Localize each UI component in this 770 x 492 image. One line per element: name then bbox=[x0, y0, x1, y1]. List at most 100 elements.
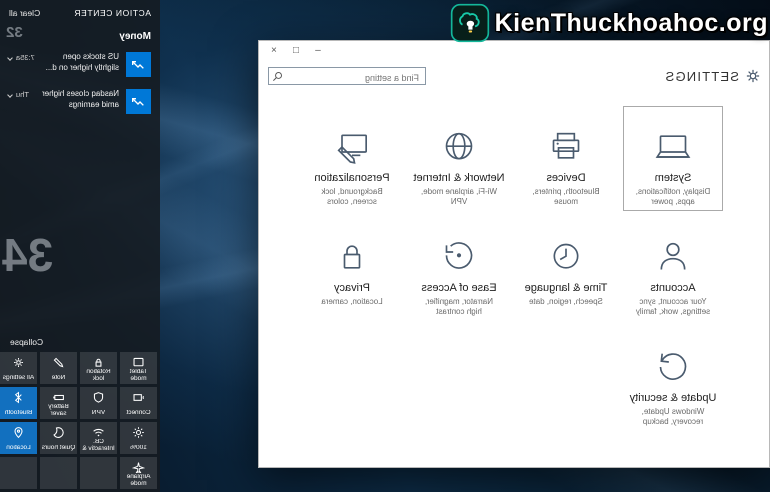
tile-title: Update & security bbox=[629, 392, 717, 404]
accounts-person-icon bbox=[653, 235, 693, 279]
quick-action-label: Tablet mode bbox=[129, 369, 148, 382]
bluetooth-icon bbox=[12, 391, 25, 404]
system-icon bbox=[653, 125, 693, 169]
quick-action-quiet-hours[interactable]: Quiet hours bbox=[40, 422, 77, 454]
notification-meta: 7:35a bbox=[7, 53, 35, 62]
tile-title: System bbox=[654, 172, 692, 184]
close-icon: × bbox=[271, 45, 277, 56]
quick-action-bluetooth[interactable]: Bluetooth bbox=[0, 387, 37, 419]
quick-action-battery-saver[interactable]: Battery saver bbox=[40, 387, 77, 419]
quick-action-location[interactable]: Location bbox=[0, 422, 37, 454]
devices-icon bbox=[546, 125, 586, 169]
notification-group-title: Money bbox=[119, 31, 151, 42]
notification-item[interactable]: US stocks open slightly higher on d... 7… bbox=[0, 47, 160, 84]
quick-action-note[interactable]: Note bbox=[40, 352, 77, 384]
tile-subtitle: Display, notifications, apps, power bbox=[635, 187, 711, 207]
quick-action-airplane-mode[interactable]: Airplane mode bbox=[120, 457, 157, 489]
quick-actions-grid: Tablet mode Rotation lock Note All setti… bbox=[0, 352, 157, 489]
note-pencil-icon bbox=[52, 356, 65, 369]
mirrored-desktop-area: – □ × SETTINGS Find a setting System Dis… bbox=[0, 0, 770, 492]
quick-action-label: 100% bbox=[130, 445, 147, 452]
tile-accounts[interactable]: Accounts Your account, sync settings, wo… bbox=[623, 216, 723, 321]
tile-update-security[interactable]: Update & security Windows Update, recove… bbox=[623, 326, 723, 431]
desktop-overlay-number: 34 bbox=[2, 229, 54, 281]
tile-subtitle: Bluetooth, printers, mouse bbox=[532, 187, 600, 207]
notification-meta: Thu bbox=[7, 90, 29, 99]
vpn-shield-icon bbox=[92, 391, 105, 404]
connect-screen-icon bbox=[132, 391, 145, 404]
tile-ease-of-access[interactable]: Ease of Access Narrator, magnifier, high… bbox=[409, 216, 509, 321]
quick-action-tile[interactable] bbox=[0, 457, 37, 489]
quick-action-tablet-mode[interactable]: Tablet mode bbox=[120, 352, 157, 384]
notification-time: Thu bbox=[16, 90, 29, 99]
tile-subtitle: Background, lock screen, colors bbox=[321, 187, 383, 207]
quick-action-label: CB. Interactiv & Public bbox=[82, 439, 115, 452]
quick-action-rotation-lock[interactable]: Rotation lock bbox=[80, 352, 117, 384]
quick-action-label: VPN bbox=[91, 410, 106, 417]
page-title: SETTINGS bbox=[664, 68, 739, 84]
tile-title: Network & Internet bbox=[413, 172, 505, 184]
quick-action-label: Airplane mode bbox=[126, 474, 151, 487]
network-globe-icon bbox=[439, 125, 479, 169]
quick-action-tile[interactable] bbox=[80, 457, 117, 489]
notification-item[interactable]: Nasdaq closes higher amid earnings Thu bbox=[0, 84, 160, 121]
tile-privacy[interactable]: Privacy Location, camera bbox=[302, 216, 402, 321]
quick-action-connect[interactable]: Connect bbox=[120, 387, 157, 419]
maximize-button[interactable]: □ bbox=[285, 43, 307, 59]
gear-icon bbox=[746, 69, 760, 83]
minimize-icon: – bbox=[315, 45, 321, 56]
tile-subtitle: Location, camera bbox=[321, 297, 383, 306]
brightness-sun-icon bbox=[132, 426, 145, 439]
tile-subtitle: Narrator, magnifier, high contrast bbox=[424, 297, 494, 317]
quick-action-all-settings[interactable]: All settings bbox=[0, 352, 37, 384]
screen: – □ × SETTINGS Find a setting System Dis… bbox=[0, 0, 770, 492]
tile-title: Personalization bbox=[314, 172, 390, 184]
quick-action-label: Rotation lock bbox=[86, 369, 111, 382]
tile-subtitle: Wi-Fi, airplane mode, VPN bbox=[420, 187, 498, 207]
clear-all-link[interactable]: Clear all bbox=[9, 8, 40, 18]
quick-action-label: Connect bbox=[126, 410, 151, 417]
lock-icon bbox=[332, 235, 372, 279]
quick-action-vpn[interactable]: VPN bbox=[80, 387, 117, 419]
search-input[interactable] bbox=[269, 70, 425, 86]
action-center-panel: 32 34 ACTION CENTER Clear all Money US s… bbox=[0, 0, 160, 492]
quick-action-tile[interactable] bbox=[40, 457, 77, 489]
chevron-down-icon[interactable] bbox=[7, 54, 13, 61]
clock-icon bbox=[546, 235, 586, 279]
personalization-icon bbox=[332, 125, 372, 169]
battery-icon bbox=[52, 391, 65, 404]
tile-personalization[interactable]: Personalization Background, lock screen,… bbox=[302, 106, 402, 211]
tile-subtitle: Your account, sync settings, work, famil… bbox=[635, 297, 711, 317]
tile-network[interactable]: Network & Internet Wi-Fi, airplane mode,… bbox=[409, 106, 509, 211]
tile-title: Privacy bbox=[333, 282, 371, 294]
quick-action-label: Quiet hours bbox=[41, 445, 76, 452]
gear-icon bbox=[12, 356, 25, 369]
tile-title: Devices bbox=[546, 172, 586, 184]
quick-action-label: Bluetooth bbox=[4, 410, 33, 417]
tile-title: Accounts bbox=[650, 282, 696, 294]
tile-time-language[interactable]: Time & language Speech, region, date bbox=[516, 216, 616, 321]
quick-action-label: Location bbox=[6, 445, 31, 452]
settings-header: SETTINGS bbox=[259, 65, 769, 87]
window-titlebar[interactable]: – □ × bbox=[259, 41, 769, 63]
minimize-button[interactable]: – bbox=[307, 43, 329, 59]
tablet-icon bbox=[132, 356, 145, 369]
action-center-header: ACTION CENTER Clear all bbox=[0, 0, 160, 22]
settings-category-grid: System Display, notifications, apps, pow… bbox=[302, 106, 723, 431]
quick-action-label: Battery saver bbox=[48, 404, 69, 417]
search-icon[interactable] bbox=[272, 71, 283, 82]
chevron-down-icon[interactable] bbox=[7, 91, 13, 98]
close-button[interactable]: × bbox=[263, 43, 285, 59]
quick-action-brightness[interactable]: 100% bbox=[120, 422, 157, 454]
tile-subtitle: Windows Update, recovery, backup bbox=[641, 407, 705, 427]
quick-action-wifi-network[interactable]: CB. Interactiv & Public bbox=[80, 422, 117, 454]
airplane-icon bbox=[132, 461, 145, 474]
collapse-link[interactable]: Collapse bbox=[10, 337, 43, 347]
tile-system[interactable]: System Display, notifications, apps, pow… bbox=[623, 106, 723, 211]
quick-action-label: All settings bbox=[2, 375, 35, 382]
tile-devices[interactable]: Devices Bluetooth, printers, mouse bbox=[516, 106, 616, 211]
money-app-icon bbox=[126, 89, 151, 114]
wifi-icon bbox=[92, 426, 105, 439]
location-pin-icon bbox=[12, 426, 25, 439]
tile-title: Ease of Access bbox=[421, 282, 497, 294]
